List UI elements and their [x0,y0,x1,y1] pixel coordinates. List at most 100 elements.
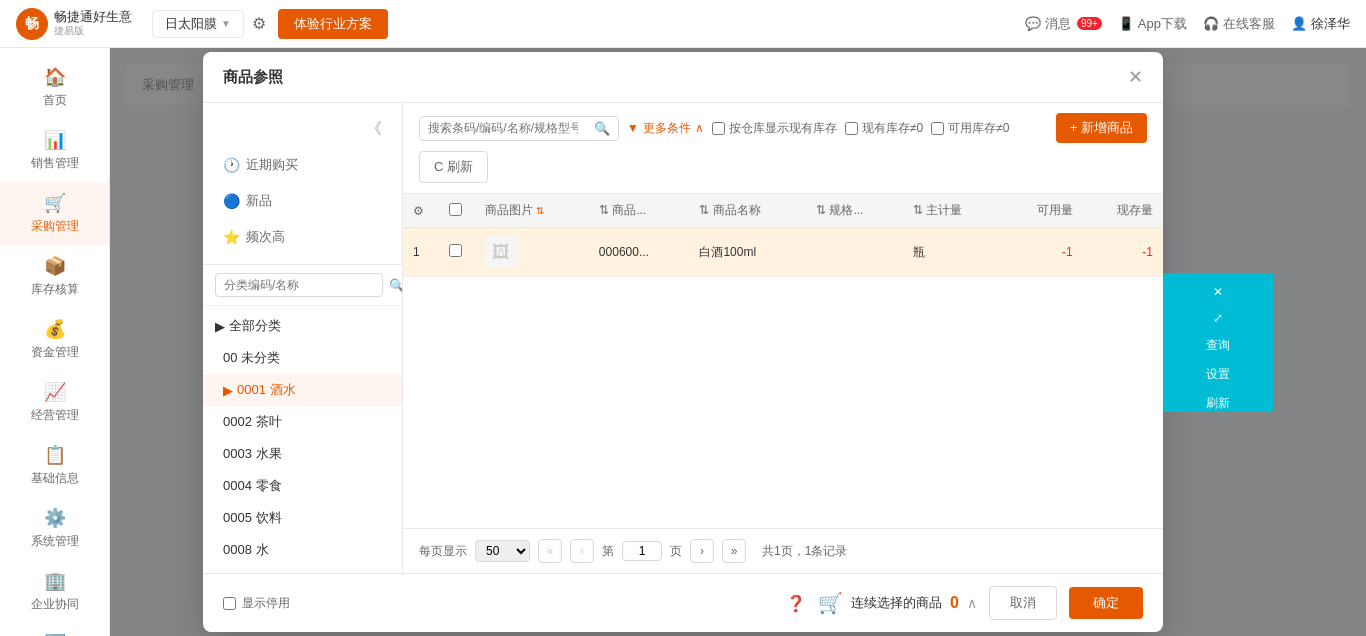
last-page-button[interactable]: » [722,539,746,563]
show-disabled-checkbox[interactable]: 显示停用 [223,595,290,612]
col-name[interactable]: ⇅ 商品名称 [689,194,806,228]
sidebar-item-inventory[interactable]: 📦 库存核算 [0,245,109,308]
category-item-0001[interactable]: ▶ 0001 酒水 [203,374,402,406]
row-checkbox[interactable] [449,244,462,257]
checkbox-stock-not-zero[interactable]: 现有库存≠0 [845,120,923,137]
checkbox-available-not-zero[interactable]: 可用库存≠0 [931,120,1009,137]
category-item-00[interactable]: 00 未分类 [203,342,402,374]
nav-message[interactable]: 💬 消息 99+ [1025,15,1102,33]
sidebar-item-operations[interactable]: 📈 经营管理 [0,371,109,434]
category-item-0003[interactable]: 0003 水果 [203,438,402,470]
page-unit-label: 页 [670,543,682,560]
category-label-0001: 0001 酒水 [237,381,296,399]
sidebar-item-system[interactable]: ⚙️ 系统管理 [0,497,109,560]
prev-page-button[interactable]: ‹ [570,539,594,563]
cancel-button[interactable]: 取消 [989,586,1057,620]
top-nav: 畅 畅捷通好生意 捷易版 日太阳膜 ▼ ⚙ 体验行业方案 💬 消息 99+ 📱 … [0,0,1366,48]
col-stock[interactable]: 现存量 [1083,194,1163,228]
col-image[interactable]: 商品图片 ⇅ [475,194,589,228]
row-checkbox-cell[interactable] [439,228,475,277]
modal-right-panel: 🔍 ▼ 更多条件 ∧ 按仓库显示现有库存 [403,103,1163,573]
quick-label-new: 新品 [246,192,272,210]
col-code[interactable]: ⇅ 商品... [589,194,690,228]
category-item-0005[interactable]: 0005 饮料 [203,502,402,534]
category-label-00: 00 未分类 [223,349,280,367]
product-search-icon[interactable]: 🔍 [586,117,618,140]
sidebar-label-operations: 经营管理 [31,407,79,424]
more-filter-button[interactable]: ▼ 更多条件 ∧ [627,120,704,137]
store-selector[interactable]: 日太阳膜 ▼ [152,10,244,38]
nav-user[interactable]: 👤 徐泽华 [1291,15,1350,33]
category-search-input[interactable] [215,273,383,297]
product-table: ⚙ 商品图片 ⇅ [403,194,1163,528]
panel-close-button[interactable]: ✕ [1213,285,1223,299]
category-item-0004[interactable]: 0004 零食 [203,470,402,502]
quick-item-new[interactable]: 🔵 新品 [215,186,390,216]
col-unit[interactable]: ⇅ 主计量 [903,194,1003,228]
image-placeholder-icon: 🖼 [492,242,510,263]
logo-sub: 捷易版 [54,24,132,38]
panel-refresh-button[interactable]: 刷新 [1206,395,1230,412]
sidebar-label-system: 系统管理 [31,533,79,550]
quick-item-frequent[interactable]: ⭐ 频次高 [215,222,390,252]
panel-expand-button[interactable]: ⤢ [1213,311,1223,325]
page-size-select[interactable]: 50 10 20 100 [475,540,530,562]
inventory-icon: 📦 [44,255,66,277]
category-search-icon[interactable]: 🔍 [389,278,403,293]
sidebar-item-home[interactable]: 🏠 首页 [0,56,109,119]
first-page-button[interactable]: « [538,539,562,563]
logo-icon: 畅 [16,8,48,40]
new-icon: 🔵 [223,193,240,209]
add-product-button[interactable]: + 新增商品 [1056,113,1147,143]
message-icon: 💬 [1025,16,1041,31]
sidebar-item-basics[interactable]: 📋 基础信息 [0,434,109,497]
category-item-0010[interactable]: 0010 家电 [203,566,402,573]
pagination-area: 每页显示 50 10 20 100 « ‹ 第 页 [403,528,1163,573]
home-icon: 🏠 [44,66,66,88]
settings-icon[interactable]: ⚙ [252,14,266,33]
category-arrow-0001: ▶ [223,383,233,398]
row-stock-cell: -1 [1083,228,1163,277]
purchase-icon: 🛒 [44,192,66,214]
category-item-all[interactable]: ▶ 全部分类 [203,310,402,342]
sidebar-item-sales[interactable]: 📊 销售管理 [0,119,109,182]
col-spec[interactable]: ⇅ 规格... [806,194,903,228]
cart-icon[interactable]: 🛒 [818,591,843,615]
cart-text: 连续选择的商品 [851,594,942,612]
category-item-0002[interactable]: 0002 茶叶 [203,406,402,438]
checkbox-by-warehouse[interactable]: 按仓库显示现有库存 [712,120,837,137]
sidebar-item-guide[interactable]: 🆕 新手引导 [0,623,109,636]
help-icon[interactable]: ❓ [786,594,806,613]
ok-button[interactable]: 确定 [1069,587,1143,619]
next-page-button[interactable]: › [690,539,714,563]
col-available[interactable]: 可用量 [1002,194,1082,228]
sidebar-item-purchase[interactable]: 🛒 采购管理 [0,182,109,245]
app-icon: 📱 [1118,16,1134,31]
experience-button[interactable]: 体验行业方案 [278,9,388,39]
col-checkbox[interactable] [439,194,475,228]
image-sort-icon: ⇅ [536,205,544,216]
modal-overlay: 商品参照 ✕ 《 🕐 近期购买 [110,48,1366,636]
panel-settings-button[interactable]: 设置 [1206,366,1230,383]
nav-app-download[interactable]: 📱 App下载 [1118,15,1187,33]
panel-query-button[interactable]: 查询 [1206,337,1230,354]
headset-icon: 🎧 [1203,16,1219,31]
page-size-label: 每页显示 [419,543,467,560]
collapse-button[interactable]: 《 [358,115,390,144]
sidebar-item-finance[interactable]: 💰 资金管理 [0,308,109,371]
page-number-input[interactable] [622,541,662,561]
col-settings[interactable]: ⚙ [403,194,439,228]
product-search-input[interactable] [420,117,586,139]
sidebar-item-enterprise[interactable]: 🏢 企业协同 [0,560,109,623]
modal-close-button[interactable]: ✕ [1128,66,1143,88]
cart-toggle-icon[interactable]: ∧ [967,595,977,611]
table-row[interactable]: 1 🖼 [403,228,1163,277]
enterprise-icon: 🏢 [44,570,66,592]
category-item-0008[interactable]: 0008 水 [203,534,402,566]
quick-item-recent[interactable]: 🕐 近期购买 [215,150,390,180]
settings-col-icon: ⚙ [413,204,424,218]
nav-support[interactable]: 🎧 在线客服 [1203,15,1275,33]
filter-arrow-icon: ∧ [695,121,704,135]
select-all-checkbox[interactable] [449,203,462,216]
refresh-button[interactable]: C 刷新 [419,151,488,183]
